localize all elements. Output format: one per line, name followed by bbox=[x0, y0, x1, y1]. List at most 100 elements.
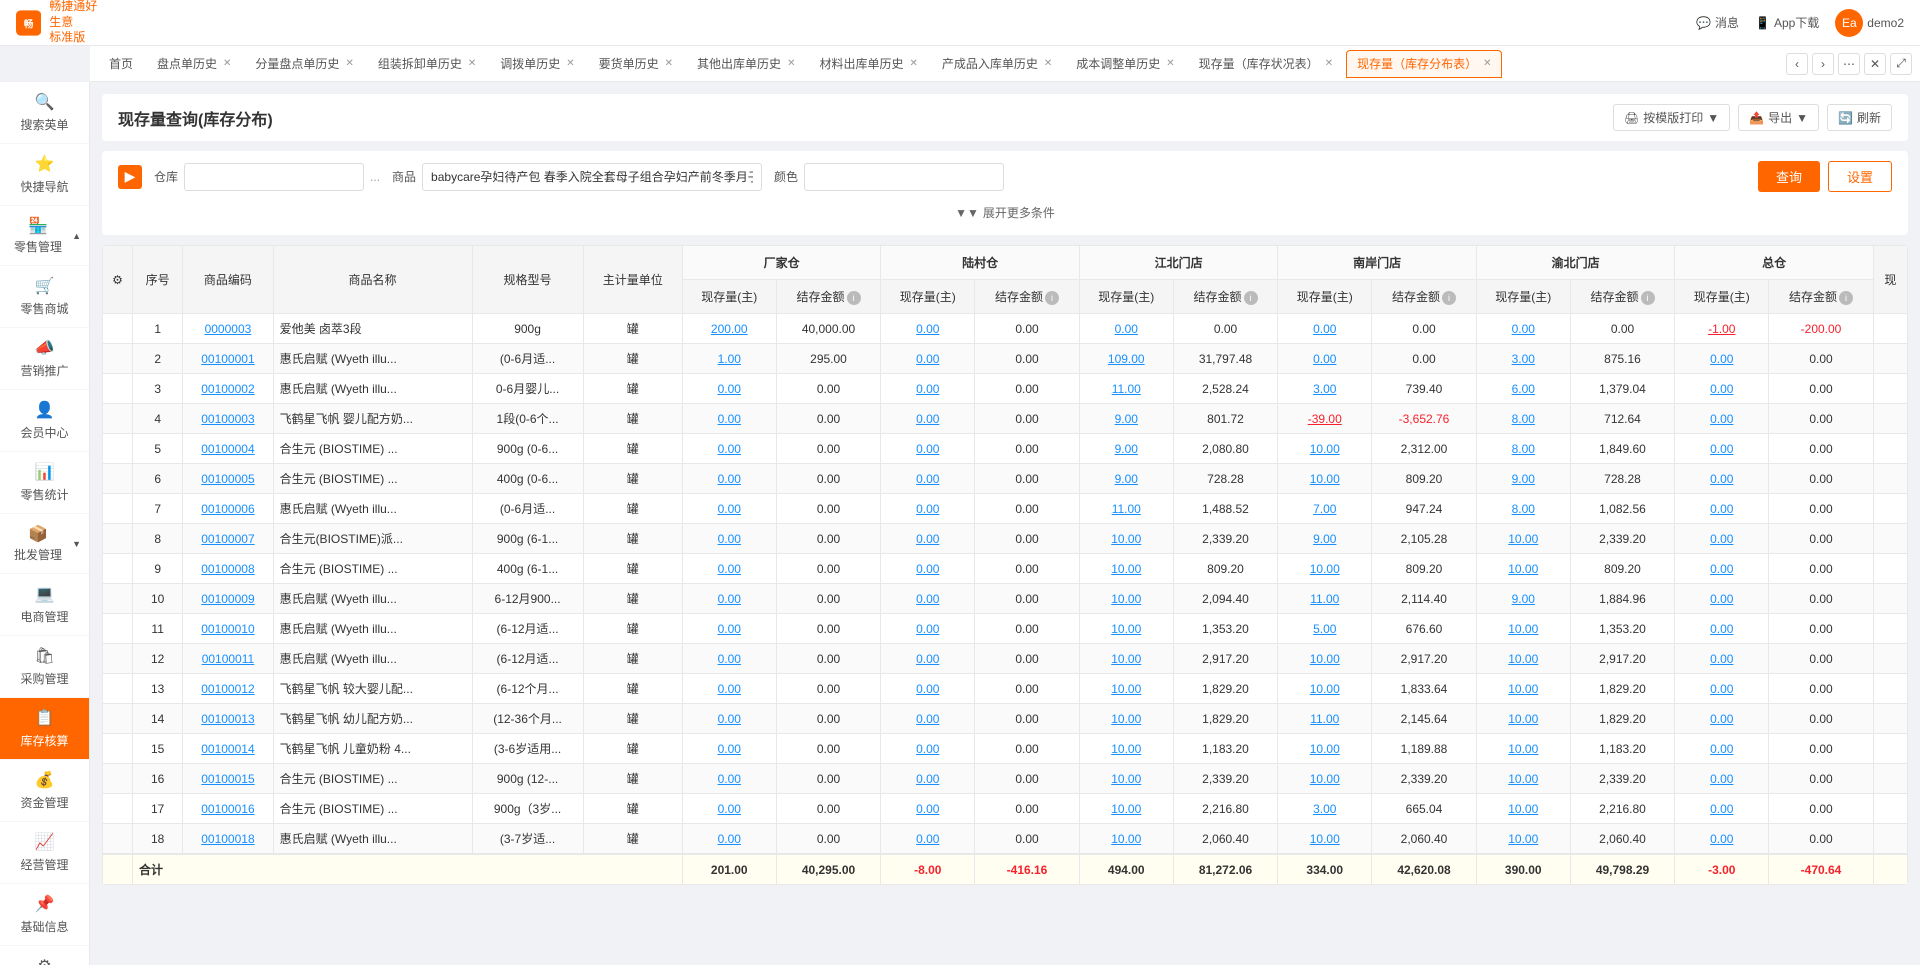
info-icon[interactable]: i bbox=[847, 291, 861, 305]
wholesale-icon: 📦 bbox=[28, 524, 48, 544]
info-icon[interactable]: i bbox=[1839, 291, 1853, 305]
tab-material-out[interactable]: 材料出库单历史 ✕ bbox=[808, 50, 928, 78]
col-yb-amt: 结存金额i bbox=[1570, 280, 1675, 314]
tab-home[interactable]: 首页 bbox=[98, 50, 144, 78]
cell-total-qty: 0.00 bbox=[1675, 374, 1769, 404]
sidebar-item-member[interactable]: 👤 会员中心 bbox=[0, 390, 89, 452]
close-icon[interactable]: ✕ bbox=[1325, 58, 1333, 69]
sidebar-item-system[interactable]: ⚙ 系统管理 bbox=[0, 946, 89, 965]
sidebar-item-nav[interactable]: ⭐ 快捷导航 bbox=[0, 144, 89, 206]
cell-yb-amt: 0.00 bbox=[1570, 314, 1675, 344]
user-profile[interactable]: Ea demo2 bbox=[1835, 9, 1904, 37]
sidebar-item-purchase[interactable]: 🛍 采购管理 bbox=[0, 636, 89, 698]
cell-jb-qty: 9.00 bbox=[1079, 404, 1173, 434]
info-icon[interactable]: i bbox=[1442, 291, 1456, 305]
tab-expand-btn[interactable]: ⤢ bbox=[1890, 53, 1912, 75]
tab-close-all-btn[interactable]: ✕ bbox=[1864, 53, 1886, 75]
tab-prev-btn[interactable]: ‹ bbox=[1786, 53, 1808, 75]
cell-total-qty: 0.00 bbox=[1675, 734, 1769, 764]
expand-more-btn[interactable]: ▼▼ 展开更多条件 bbox=[118, 200, 1892, 225]
cell-code: 00100008 bbox=[183, 554, 273, 584]
tab-more-btn[interactable]: ⋯ bbox=[1838, 53, 1860, 75]
close-icon[interactable]: ✕ bbox=[1044, 58, 1052, 69]
cell-total-qty: 0.00 bbox=[1675, 764, 1769, 794]
cell-fj-qty: 0.00 bbox=[682, 764, 776, 794]
tab-finished-in[interactable]: 产成品入库单历史 ✕ bbox=[931, 50, 1063, 78]
cell-fj-qty: 0.00 bbox=[682, 404, 776, 434]
tab-requisition[interactable]: 要货单历史 ✕ bbox=[588, 50, 684, 78]
cell-lc-amt: 0.00 bbox=[975, 434, 1080, 464]
cell-fj-qty: 0.00 bbox=[682, 644, 776, 674]
setting-btn[interactable]: 设置 bbox=[1828, 161, 1892, 192]
app-download-btn[interactable]: 📱 App下载 bbox=[1755, 14, 1819, 31]
cell-code: 00100006 bbox=[183, 494, 273, 524]
sidebar-item-operations[interactable]: 📈 经营管理 bbox=[0, 822, 89, 884]
tab-other-out[interactable]: 其他出库单历史 ✕ bbox=[686, 50, 806, 78]
cell-na-amt: 809.20 bbox=[1372, 554, 1477, 584]
sidebar-item-search[interactable]: 🔍 搜索英单 bbox=[0, 82, 89, 144]
ops-icon: 📈 bbox=[35, 832, 55, 852]
summary-yb-qty: 390.00 bbox=[1476, 854, 1570, 885]
tab-transfer[interactable]: 调拨单历史 ✕ bbox=[489, 50, 585, 78]
cell-unit: 罐 bbox=[583, 824, 682, 855]
cell-unit: 罐 bbox=[583, 794, 682, 824]
cell-lc-amt: 0.00 bbox=[975, 374, 1080, 404]
purchase-icon: 🛍 bbox=[34, 646, 54, 666]
refresh-btn[interactable]: 🔄 刷新 bbox=[1827, 104, 1892, 131]
sidebar-item-finance[interactable]: 💰 资金管理 bbox=[0, 760, 89, 822]
close-icon[interactable]: ✕ bbox=[909, 58, 917, 69]
cell-code: 00100014 bbox=[183, 734, 273, 764]
warehouse-input[interactable] bbox=[184, 163, 364, 191]
info-icon[interactable]: i bbox=[1045, 291, 1059, 305]
sidebar-item-mall[interactable]: 🛒 零售商城 bbox=[0, 266, 89, 328]
sidebar-item-ecommerce[interactable]: 💻 电商管理 bbox=[0, 574, 89, 636]
tab-stock-dist[interactable]: 现存量（库存分布表） ✕ bbox=[1346, 50, 1502, 78]
search-toggle-btn[interactable]: ▶ bbox=[118, 165, 142, 189]
close-icon[interactable]: ✕ bbox=[787, 58, 795, 69]
print-btn[interactable]: 🖨 按模版打印 ▼ bbox=[1613, 104, 1730, 131]
cell-cur-qty bbox=[1873, 824, 1907, 855]
message-btn[interactable]: 💬 消息 bbox=[1696, 14, 1739, 31]
goods-input[interactable] bbox=[422, 163, 762, 191]
col-fj-amt: 结存金额i bbox=[776, 280, 881, 314]
close-icon[interactable]: ✕ bbox=[468, 58, 476, 69]
close-icon[interactable]: ✕ bbox=[1166, 58, 1174, 69]
tab-portion-check[interactable]: 分量盘点单历史 ✕ bbox=[244, 50, 364, 78]
color-input[interactable] bbox=[804, 163, 1004, 191]
info-icon[interactable]: i bbox=[1244, 291, 1258, 305]
close-icon[interactable]: ✕ bbox=[665, 58, 673, 69]
cell-name: 惠氏启赋 (Wyeth illu... bbox=[273, 824, 472, 855]
tab-inventory-check[interactable]: 盘点单历史 ✕ bbox=[146, 50, 242, 78]
tab-next-btn[interactable]: › bbox=[1812, 53, 1834, 75]
warehouse-ellipsis-btn[interactable]: ... bbox=[370, 170, 380, 184]
close-icon[interactable]: ✕ bbox=[223, 58, 231, 69]
tab-stock-status[interactable]: 现存量（库存状况表） ✕ bbox=[1188, 50, 1344, 78]
tab-cost-adj[interactable]: 成本调整单历史 ✕ bbox=[1065, 50, 1185, 78]
export-btn[interactable]: 📤 导出 ▼ bbox=[1738, 104, 1819, 131]
goods-label: 商品 bbox=[392, 168, 416, 185]
sidebar-item-retail[interactable]: 🏪 零售管理 ▲ bbox=[0, 206, 89, 266]
close-icon[interactable]: ✕ bbox=[1483, 58, 1491, 69]
sidebar-item-retail-stat[interactable]: 📊 零售统计 bbox=[0, 452, 89, 514]
cell-code: 00100003 bbox=[183, 404, 273, 434]
cell-cur-qty bbox=[1873, 344, 1907, 374]
top-bar: 畅 畅捷通好生意 标准版 💬 消息 📱 App下载 Ea demo2 bbox=[0, 0, 1920, 46]
cell-fj-amt: 0.00 bbox=[776, 464, 881, 494]
cell-na-qty: 10.00 bbox=[1278, 554, 1372, 584]
sidebar-item-basics[interactable]: 📌 基础信息 bbox=[0, 884, 89, 946]
col-group-total: 总仓 bbox=[1675, 246, 1874, 280]
cell-total-amt: 0.00 bbox=[1769, 434, 1874, 464]
close-icon[interactable]: ✕ bbox=[345, 58, 353, 69]
cell-name: 惠氏启赋 (Wyeth illu... bbox=[273, 584, 472, 614]
info-icon[interactable]: i bbox=[1641, 291, 1655, 305]
tab-assembly[interactable]: 组装拆卸单历史 ✕ bbox=[367, 50, 487, 78]
sidebar-item-wholesale[interactable]: 📦 批发管理 ▼ bbox=[0, 514, 89, 574]
table-row: 7 00100006 惠氏启赋 (Wyeth illu... (0-6月适...… bbox=[103, 494, 1908, 524]
cell-na-amt: 2,060.40 bbox=[1372, 824, 1477, 855]
sidebar-item-marketing[interactable]: 📣 营销推广 bbox=[0, 328, 89, 390]
close-icon[interactable]: ✕ bbox=[566, 58, 574, 69]
cell-cur-qty bbox=[1873, 764, 1907, 794]
query-btn[interactable]: 查询 bbox=[1758, 161, 1820, 192]
sidebar-item-inventory[interactable]: 📋 库存核算 bbox=[0, 698, 89, 760]
summary-na-amt: 42,620.08 bbox=[1372, 854, 1477, 885]
